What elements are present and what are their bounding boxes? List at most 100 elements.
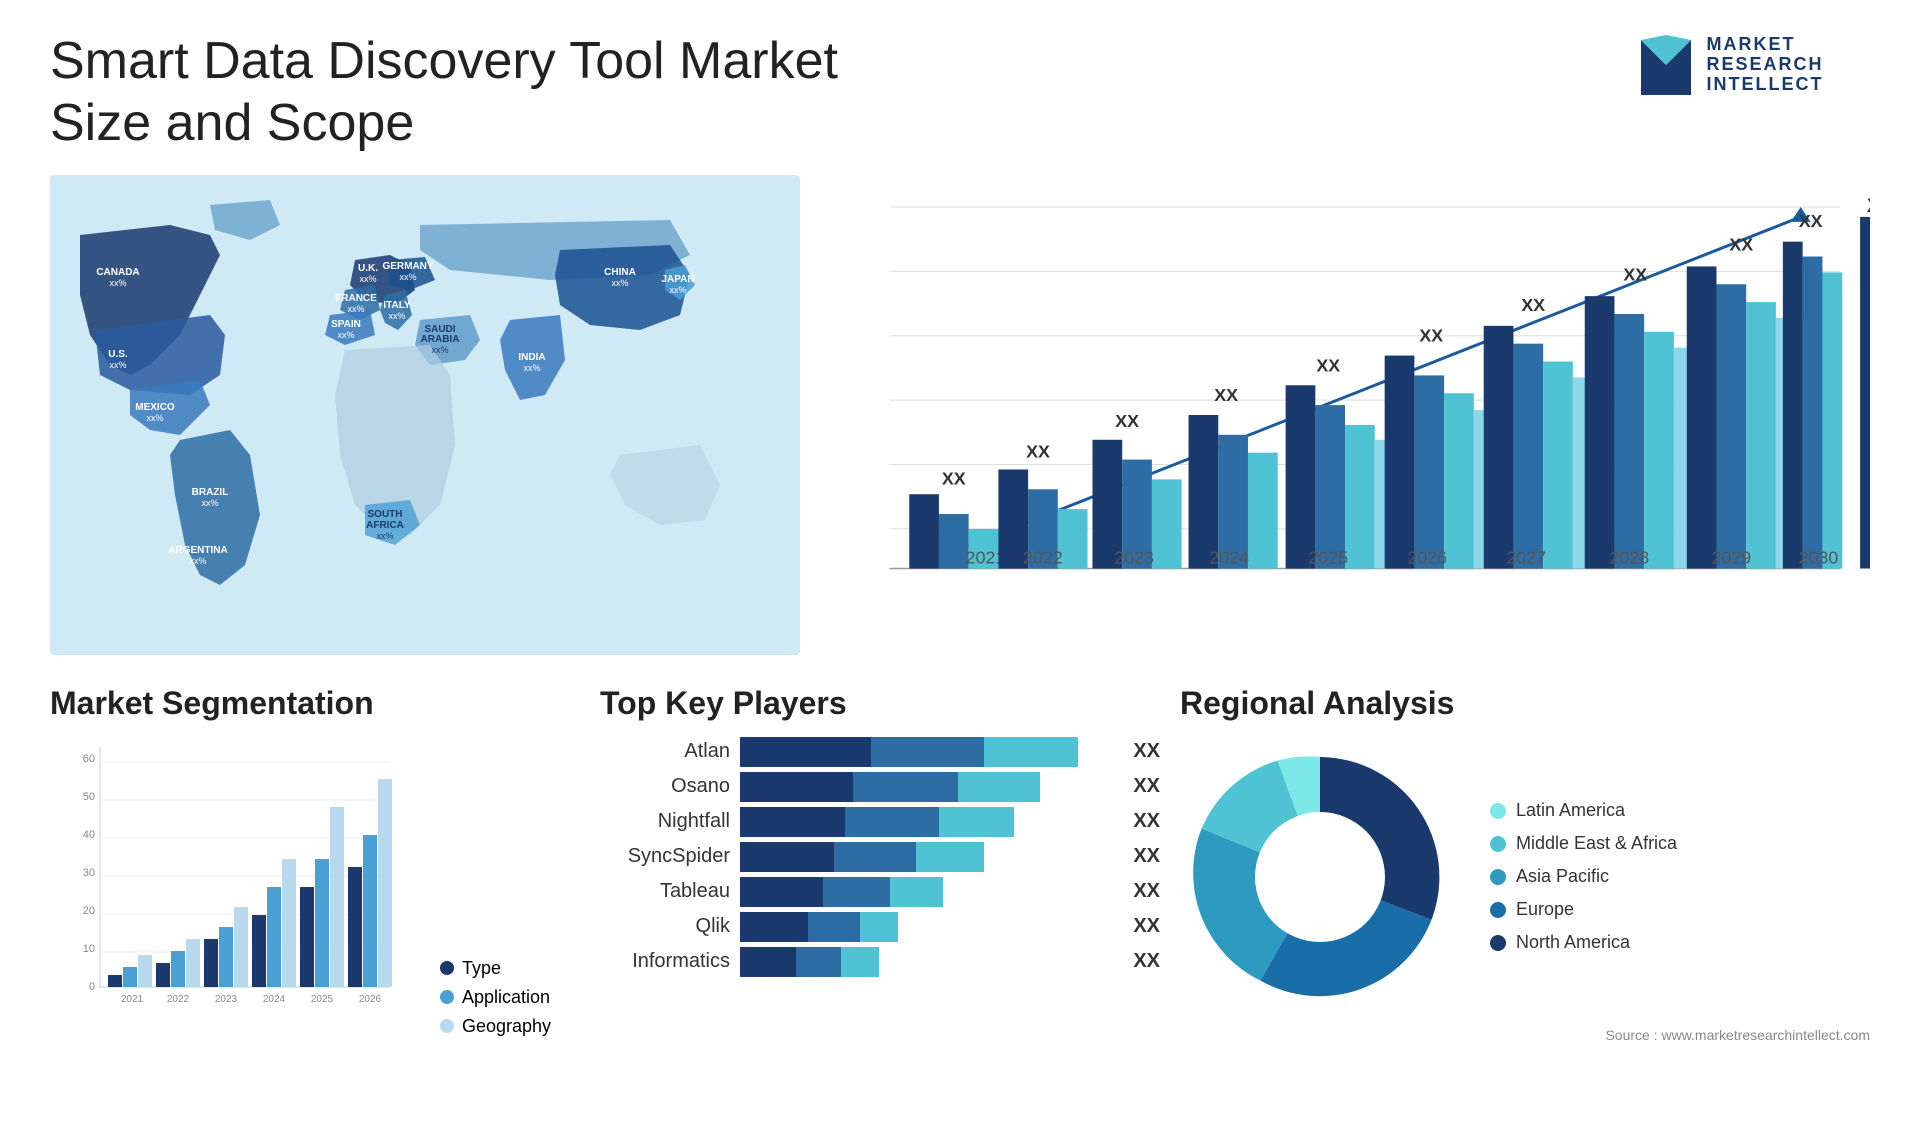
page-title: Smart Data Discovery Tool Market Size an…	[50, 30, 950, 155]
svg-text:10: 10	[83, 943, 95, 955]
player-row: Tableau XX	[600, 877, 1160, 907]
svg-text:XX: XX	[1799, 211, 1823, 231]
svg-text:XX: XX	[1214, 385, 1238, 405]
player-xx: XX	[1133, 880, 1160, 903]
seg-legend-geography: Geography	[440, 1016, 551, 1037]
player-bar-container	[740, 842, 1115, 872]
player-name: SyncSpider	[600, 845, 730, 868]
logo-box: MARKET RESEARCH INTELLECT	[1636, 30, 1823, 100]
svg-text:2023: 2023	[1114, 547, 1154, 567]
player-name: Nightfall	[600, 810, 730, 833]
asia-pacific-dot	[1490, 869, 1506, 885]
player-bar-container	[740, 807, 1115, 837]
svg-text:xx%: xx%	[347, 304, 364, 314]
svg-text:30: 30	[83, 867, 95, 879]
map-svg: CANADA xx% U.S. xx% MEXICO xx% BRAZIL xx…	[50, 175, 800, 655]
logo-text: MARKET RESEARCH INTELLECT	[1706, 35, 1823, 94]
svg-text:GERMANY: GERMANY	[382, 261, 433, 272]
player-row: SyncSpider XX	[600, 842, 1160, 872]
bar-chart-svg: 2021 XX 2022 XX 2023 XX 2024 XX	[830, 175, 1870, 655]
svg-text:xx%: xx%	[388, 311, 405, 321]
seg-legend-application: Application	[440, 987, 551, 1008]
svg-text:40: 40	[83, 829, 95, 841]
player-row: Informatics XX	[600, 947, 1160, 977]
svg-text:XX: XX	[1623, 264, 1647, 284]
svg-text:ARABIA: ARABIA	[421, 334, 460, 345]
svg-text:XX: XX	[1115, 411, 1139, 431]
logo-area: MARKET RESEARCH INTELLECT	[1590, 30, 1870, 100]
player-bar-container	[740, 912, 1115, 942]
svg-text:2027: 2027	[1506, 547, 1546, 567]
middle-east-dot	[1490, 836, 1506, 852]
seg-legend-type: Type	[440, 958, 551, 979]
svg-text:xx%: xx%	[109, 360, 126, 370]
svg-text:0: 0	[89, 981, 95, 993]
donut-svg	[1180, 737, 1460, 1017]
map-section: CANADA xx% U.S. xx% MEXICO xx% BRAZIL xx…	[50, 175, 800, 655]
svg-text:SPAIN: SPAIN	[331, 319, 361, 330]
svg-text:CANADA: CANADA	[96, 267, 139, 278]
svg-text:xx%: xx%	[359, 274, 376, 284]
regional-section: Regional Analysis	[1180, 685, 1870, 1085]
player-xx: XX	[1133, 845, 1160, 868]
key-players-title: Top Key Players	[600, 685, 1160, 722]
middle-east-label: Middle East & Africa	[1516, 833, 1677, 854]
player-name: Tableau	[600, 880, 730, 903]
svg-text:xx%: xx%	[669, 285, 686, 295]
top-row: CANADA xx% U.S. xx% MEXICO xx% BRAZIL xx…	[50, 175, 1870, 655]
svg-text:XX: XX	[1729, 234, 1753, 254]
latin-america-label: Latin America	[1516, 800, 1625, 821]
app-dot	[440, 990, 454, 1004]
seg-legend: Type Application Geography	[440, 958, 551, 1037]
svg-text:2025: 2025	[311, 994, 334, 1005]
svg-text:2024: 2024	[1209, 547, 1249, 567]
segmentation-chart: 0 10 20 30 40 50 60	[50, 737, 400, 1037]
legend-europe: Europe	[1490, 899, 1677, 920]
player-row: Atlan XX	[600, 737, 1160, 767]
type-dot	[440, 961, 454, 975]
svg-text:2026: 2026	[359, 994, 382, 1005]
svg-text:BRAZIL: BRAZIL	[192, 487, 229, 498]
player-xx: XX	[1133, 915, 1160, 938]
svg-text:2026: 2026	[1407, 547, 1447, 567]
player-xx: XX	[1133, 950, 1160, 973]
bottom-row: Market Segmentation 0 10 20 30 40 50 60	[50, 685, 1870, 1085]
app-label: Application	[462, 987, 550, 1008]
type-label: Type	[462, 958, 501, 979]
player-bar-container	[740, 772, 1115, 802]
players-list: Atlan XX Osano	[600, 737, 1160, 977]
svg-text:XX: XX	[942, 468, 966, 488]
svg-text:ITALY: ITALY	[383, 300, 411, 311]
svg-text:U.S.: U.S.	[108, 349, 128, 360]
svg-text:2029: 2029	[1712, 547, 1752, 567]
logo-icon	[1636, 30, 1696, 100]
svg-text:XX: XX	[1867, 195, 1870, 217]
player-row: Nightfall XX	[600, 807, 1160, 837]
player-xx: XX	[1133, 775, 1160, 798]
key-players-section: Top Key Players Atlan XX	[600, 685, 1160, 1085]
svg-text:XX: XX	[1316, 355, 1340, 375]
player-row: Qlik XX	[600, 912, 1160, 942]
page-container: Smart Data Discovery Tool Market Size an…	[0, 0, 1920, 1146]
svg-text:xx%: xx%	[376, 531, 393, 541]
player-row: Osano XX	[600, 772, 1160, 802]
player-name: Osano	[600, 775, 730, 798]
legend-asia-pacific: Asia Pacific	[1490, 866, 1677, 887]
player-name: Informatics	[600, 950, 730, 973]
svg-text:AFRICA: AFRICA	[366, 520, 404, 531]
header: Smart Data Discovery Tool Market Size an…	[50, 30, 1870, 155]
geo-dot	[440, 1019, 454, 1033]
asia-pacific-label: Asia Pacific	[1516, 866, 1609, 887]
svg-text:xx%: xx%	[201, 498, 218, 508]
svg-text:2022: 2022	[167, 994, 190, 1005]
player-name: Atlan	[600, 740, 730, 763]
svg-text:20: 20	[83, 905, 95, 917]
svg-text:U.K.: U.K.	[358, 263, 378, 274]
source-text: Source : www.marketresearchintellect.com	[1180, 1027, 1870, 1043]
legend-north-america: North America	[1490, 932, 1677, 953]
svg-text:xx%: xx%	[189, 556, 206, 566]
segmentation-section: Market Segmentation 0 10 20 30 40 50 60	[50, 685, 580, 1085]
svg-text:FRANCE: FRANCE	[335, 293, 377, 304]
svg-text:2030: 2030	[1799, 547, 1839, 567]
svg-text:xx%: xx%	[109, 278, 126, 288]
